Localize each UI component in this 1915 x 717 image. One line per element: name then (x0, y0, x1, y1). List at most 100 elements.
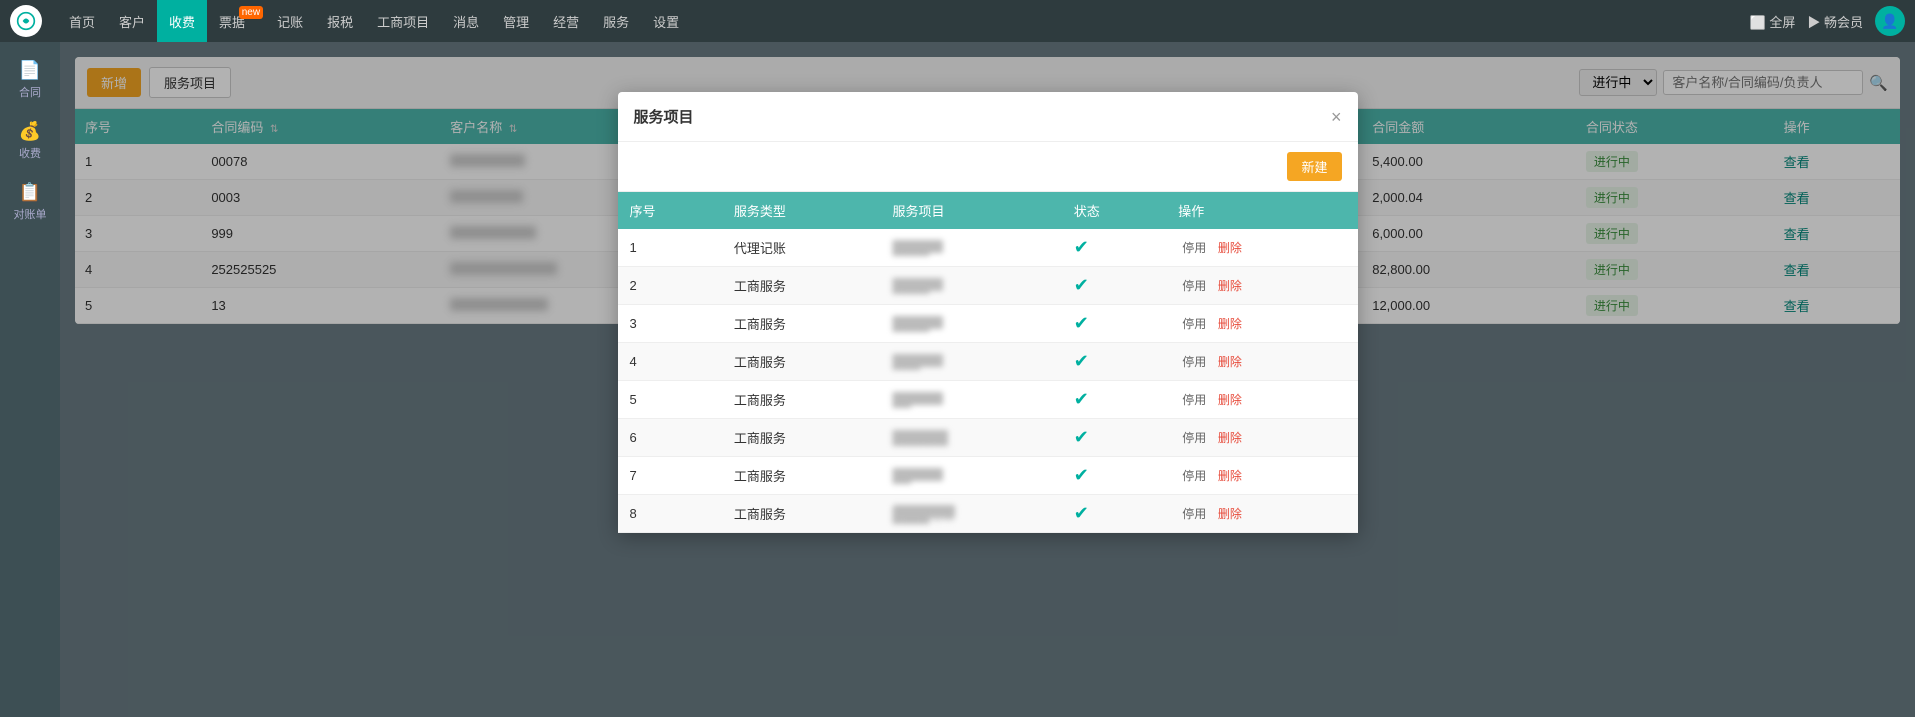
modal-cell-item: ████注册 (881, 495, 1062, 533)
modal-close-button[interactable]: × (1331, 108, 1342, 126)
modal-cell-actions: 停用 删除 (1166, 267, 1357, 305)
nav-message[interactable]: 消息 (441, 0, 491, 42)
modal-cell-status: ✔ (1062, 381, 1166, 419)
stop-button[interactable]: 停用 (1178, 467, 1210, 484)
sidebar-item-contract[interactable]: 📄 合同 (3, 52, 57, 108)
status-check-icon: ✔ (1074, 503, 1089, 523)
modal-cell-actions: 停用 删除 (1166, 419, 1357, 457)
service-item-modal: 服务项目 × 新建 序号 服务类型 服务项目 状态 (618, 92, 1358, 533)
status-check-icon: ✔ (1074, 237, 1089, 257)
delete-button[interactable]: 删除 (1214, 353, 1246, 370)
nav-business[interactable]: 工商项目 (365, 0, 441, 42)
delete-button[interactable]: 删除 (1214, 239, 1246, 256)
new-badge: new (239, 6, 263, 19)
modal-cell-seq: 5 (618, 381, 722, 419)
modal-title: 服务项目 (634, 106, 694, 127)
content-area: 新增 服务项目 进行中 已终止 全部 🔍 序号 合同编码 ⇅ (60, 42, 1915, 717)
modal-overlay: 服务项目 × 新建 序号 服务类型 服务项目 状态 (60, 42, 1915, 717)
contract-icon: 📄 (19, 60, 41, 81)
sidebar-item-statement[interactable]: 📋 对账单 (3, 174, 57, 230)
modal-cell-actions: 停用 删除 (1166, 229, 1357, 267)
modal-cell-actions: 停用 删除 (1166, 457, 1357, 495)
nav-invoice[interactable]: 票据 new (207, 0, 265, 42)
modal-cell-type: 工商服务 (722, 305, 881, 343)
nav-tax[interactable]: 报税 (315, 0, 365, 42)
stop-button[interactable]: 停用 (1178, 429, 1210, 446)
modal-cell-item: ███ (881, 343, 1062, 381)
modal-cell-status: ✔ (1062, 457, 1166, 495)
modal-cell-type: 工商服务 (722, 457, 881, 495)
app-logo[interactable] (10, 5, 42, 37)
modal-new-button[interactable]: 新建 (1287, 152, 1341, 181)
modal-cell-seq: 1 (618, 229, 722, 267)
fullscreen-btn[interactable]: ⬜ 全屏 (1750, 12, 1796, 31)
modal-table-row: 3 工商服务 ████ ✔ 停用 删除 (618, 305, 1358, 343)
stop-button[interactable]: 停用 (1178, 505, 1210, 522)
nav-bookkeeping[interactable]: 记账 (265, 0, 315, 42)
service-items-table: 序号 服务类型 服务项目 状态 操作 1 代理记账 ████1 ✔ 停用 删除 (618, 192, 1358, 533)
modal-table-row: 1 代理记账 ████1 ✔ 停用 删除 (618, 229, 1358, 267)
nav-home[interactable]: 首页 (57, 0, 107, 42)
modal-table-row: 6 工商服务 ██████ ✔ 停用 删除 (618, 419, 1358, 457)
modal-cell-type: 代理记账 (722, 229, 881, 267)
modal-col-item: 服务项目 (881, 192, 1062, 229)
delete-button[interactable]: 删除 (1214, 315, 1246, 332)
status-check-icon: ✔ (1074, 427, 1089, 447)
delete-button[interactable]: 删除 (1214, 467, 1246, 484)
sidebar-item-charge[interactable]: 💰 收费 (3, 113, 57, 169)
nav-service[interactable]: 服务 (591, 0, 641, 42)
modal-cell-type: 工商服务 (722, 419, 881, 457)
modal-toolbar: 新建 (618, 142, 1358, 192)
modal-col-action: 操作 (1166, 192, 1357, 229)
charge-icon: 💰 (19, 121, 41, 142)
nav-manage[interactable]: 管理 (491, 0, 541, 42)
modal-table-row: 7 工商服务 ██ ✔ 停用 删除 (618, 457, 1358, 495)
modal-cell-item: ████1 (881, 229, 1062, 267)
stop-button[interactable]: 停用 (1178, 315, 1210, 332)
delete-button[interactable]: 删除 (1214, 429, 1246, 446)
top-right-tools: ⬜ 全屏 ▶ 畅会员 👤 (1750, 6, 1905, 36)
modal-cell-type: 工商服务 (722, 381, 881, 419)
modal-body: 序号 服务类型 服务项目 状态 操作 1 代理记账 ████1 ✔ 停用 删除 (618, 192, 1358, 533)
modal-cell-actions: 停用 删除 (1166, 381, 1357, 419)
modal-cell-item: ████ (881, 305, 1062, 343)
user-avatar[interactable]: 👤 (1875, 6, 1905, 36)
delete-button[interactable]: 删除 (1214, 505, 1246, 522)
modal-cell-type: 工商服务 (722, 267, 881, 305)
sidebar: 📄 合同 💰 收费 📋 对账单 (0, 42, 60, 717)
statement-icon: 📋 (19, 182, 41, 203)
nav-settings[interactable]: 设置 (641, 0, 691, 42)
stop-button[interactable]: 停用 (1178, 353, 1210, 370)
delete-button[interactable]: 删除 (1214, 391, 1246, 408)
stop-button[interactable]: 停用 (1178, 391, 1210, 408)
status-check-icon: ✔ (1074, 389, 1089, 409)
stop-button[interactable]: 停用 (1178, 277, 1210, 294)
member-btn[interactable]: ▶ 畅会员 (1807, 12, 1863, 31)
modal-table-row: 5 工商服务 ██ ✔ 停用 删除 (618, 381, 1358, 419)
modal-cell-seq: 7 (618, 457, 722, 495)
modal-cell-actions: 停用 删除 (1166, 343, 1357, 381)
modal-cell-status: ✔ (1062, 305, 1166, 343)
modal-cell-type: 工商服务 (722, 343, 881, 381)
modal-cell-type: 工商服务 (722, 495, 881, 533)
status-check-icon: ✔ (1074, 313, 1089, 333)
delete-button[interactable]: 删除 (1214, 277, 1246, 294)
modal-cell-status: ✔ (1062, 495, 1166, 533)
nav-operation[interactable]: 经营 (541, 0, 591, 42)
modal-cell-seq: 8 (618, 495, 722, 533)
status-check-icon: ✔ (1074, 351, 1089, 371)
status-check-icon: ✔ (1074, 465, 1089, 485)
modal-cell-status: ✔ (1062, 267, 1166, 305)
modal-col-seq: 序号 (618, 192, 722, 229)
modal-cell-item: ████ (881, 267, 1062, 305)
modal-cell-item: ██ (881, 381, 1062, 419)
modal-cell-seq: 4 (618, 343, 722, 381)
modal-table-row: 8 工商服务 ████注册 ✔ 停用 删除 (618, 495, 1358, 533)
nav-charge[interactable]: 收费 (157, 0, 207, 42)
modal-col-status: 状态 (1062, 192, 1166, 229)
modal-cell-seq: 3 (618, 305, 722, 343)
nav-customer[interactable]: 客户 (107, 0, 157, 42)
stop-button[interactable]: 停用 (1178, 239, 1210, 256)
modal-cell-actions: 停用 删除 (1166, 495, 1357, 533)
modal-cell-seq: 6 (618, 419, 722, 457)
